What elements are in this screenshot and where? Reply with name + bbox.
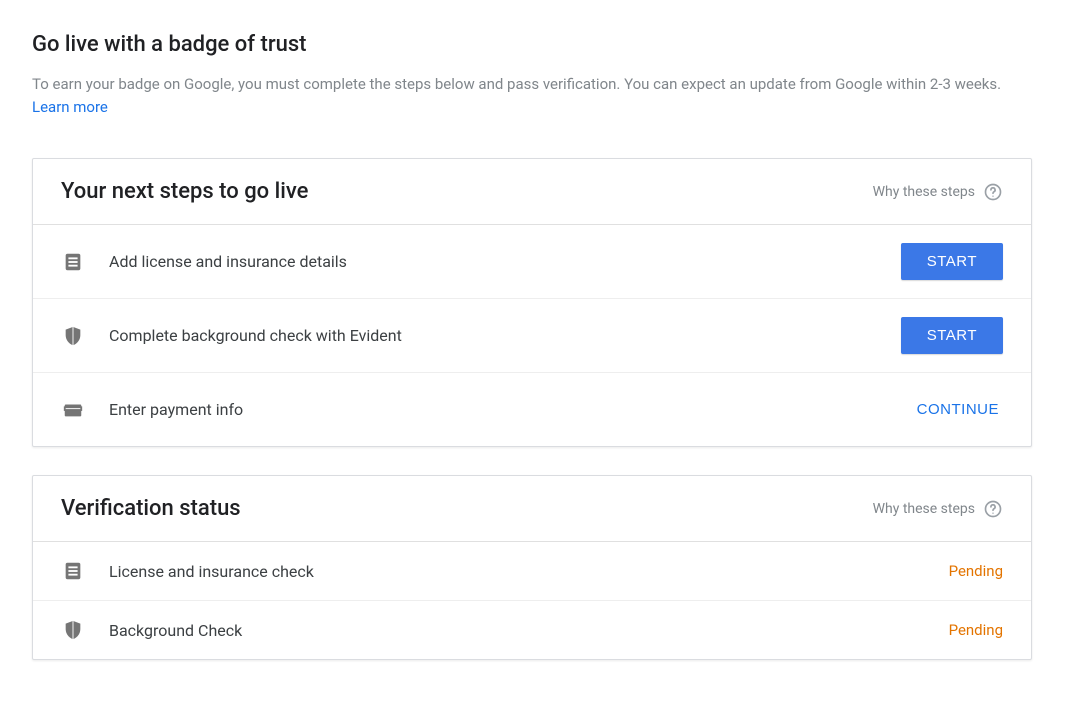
continue-payment-button[interactable]: CONTINUE <box>913 391 1003 428</box>
verification-label: License and insurance check <box>109 562 925 581</box>
step-label: Complete background check with Evident <box>109 326 877 345</box>
page-description: To earn your badge on Google, you must c… <box>32 73 1032 118</box>
status-badge: Pending <box>949 621 1003 639</box>
why-steps-label: Why these steps <box>873 184 975 200</box>
step-label: Add license and insurance details <box>109 252 877 271</box>
next-steps-card: Your next steps to go live Why these ste… <box>32 158 1032 447</box>
help-icon <box>983 499 1003 519</box>
help-icon <box>983 182 1003 202</box>
next-steps-header: Your next steps to go live Why these ste… <box>33 159 1031 225</box>
document-icon <box>61 560 85 582</box>
start-background-button[interactable]: START <box>901 317 1003 354</box>
verification-header: Verification status Why these steps <box>33 476 1031 542</box>
page-title: Go live with a badge of trust <box>32 32 1032 57</box>
credit-card-icon <box>61 399 85 421</box>
why-steps-hint[interactable]: Why these steps <box>873 499 1003 519</box>
why-steps-label: Why these steps <box>873 501 975 517</box>
verification-row-background: Background Check Pending <box>33 601 1031 659</box>
learn-more-link[interactable]: Learn more <box>32 98 108 116</box>
verification-label: Background Check <box>109 621 925 640</box>
step-row-license: Add license and insurance details START <box>33 225 1031 299</box>
shield-icon <box>61 325 85 347</box>
page-description-text: To earn your badge on Google, you must c… <box>32 75 1001 93</box>
verification-title: Verification status <box>61 496 241 521</box>
next-steps-title: Your next steps to go live <box>61 179 308 204</box>
verification-card: Verification status Why these steps Lice… <box>32 475 1032 660</box>
start-license-button[interactable]: START <box>901 243 1003 280</box>
document-icon <box>61 251 85 273</box>
step-row-payment: Enter payment info CONTINUE <box>33 373 1031 446</box>
step-label: Enter payment info <box>109 400 889 419</box>
step-row-background: Complete background check with Evident S… <box>33 299 1031 373</box>
why-steps-hint[interactable]: Why these steps <box>873 182 1003 202</box>
shield-icon <box>61 619 85 641</box>
verification-row-license: License and insurance check Pending <box>33 542 1031 601</box>
status-badge: Pending <box>949 562 1003 580</box>
